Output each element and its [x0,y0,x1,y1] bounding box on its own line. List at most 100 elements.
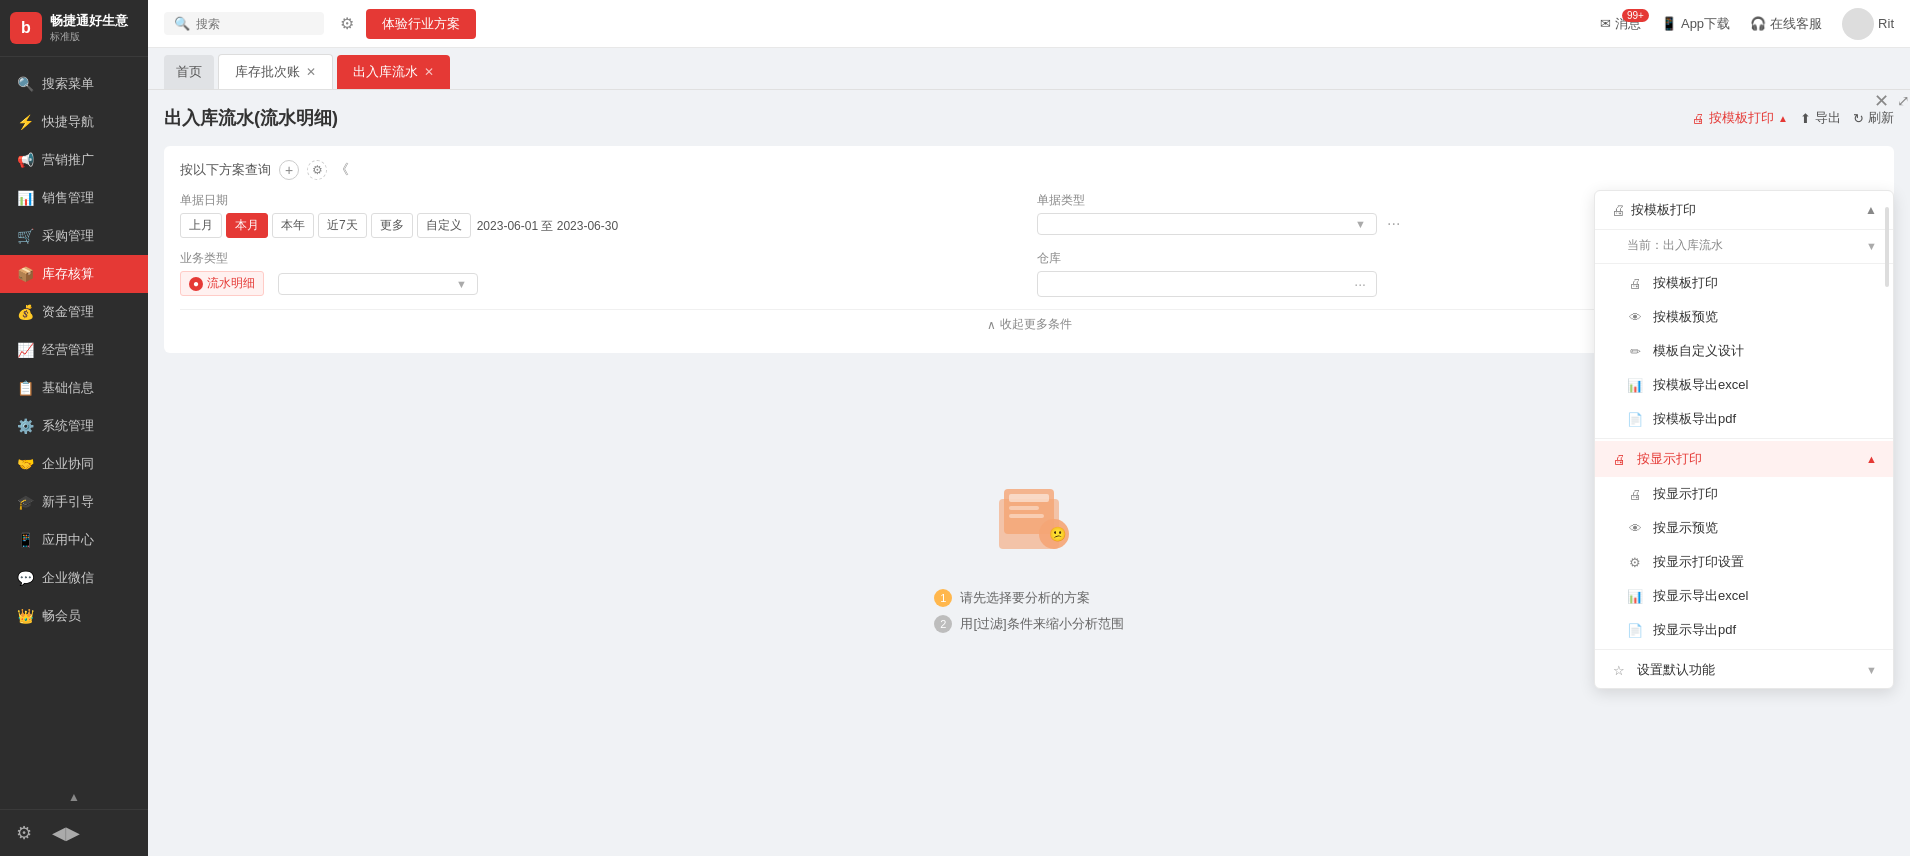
filter-header: 按以下方案查询 + ⚙ 《 [180,160,1878,180]
sidebar-item-operation[interactable]: 📈 经营管理 [0,331,148,369]
sidebar-item-member[interactable]: 👑 畅会员 [0,597,148,635]
sidebar-item-guide[interactable]: 🎓 新手引导 [0,483,148,521]
dp-item-template-preview[interactable]: 👁 按模板预览 [1595,300,1893,334]
tab-batch-label: 库存批次账 [235,63,300,81]
dp-item-display-excel[interactable]: 📊 按显示导出excel [1595,579,1893,613]
sidebar-item-label: 企业协同 [42,455,94,473]
search-box[interactable]: 🔍 [164,12,324,35]
sidebar-item-finance[interactable]: 💰 资金管理 [0,293,148,331]
sidebar-item-marketing[interactable]: 📢 营销推广 [0,141,148,179]
type-select[interactable]: ▼ [1037,213,1377,235]
dp-item-template-pdf[interactable]: 📄 按模板导出pdf [1595,402,1893,436]
ellipsis-icon: ··· [1354,276,1366,292]
tab-flow-close-icon[interactable]: ✕ [424,65,434,79]
svg-rect-4 [1009,514,1044,518]
date-tab-this-year[interactable]: 本年 [272,213,314,238]
gear-icon[interactable]: ⚙ [340,14,354,33]
app-icon: 📱 [16,531,34,549]
finance-icon: 💰 [16,303,34,321]
dp-item-display-print[interactable]: 🖨 按显示打印 [1595,477,1893,511]
settings-gear-icon[interactable]: ⚙ [16,822,32,844]
printer-icon: 🖨 [1611,202,1625,218]
print-template-btn[interactable]: 🖨 按模板打印 ▲ [1692,109,1788,127]
date-tab-last-month[interactable]: 上月 [180,213,222,238]
biz-type-select[interactable]: ▼ [278,273,478,295]
more-options-icon[interactable]: ··· [1387,215,1400,233]
message-btn[interactable]: ✉ 消息 99+ [1600,15,1641,33]
tag-icon: ● [189,277,203,291]
sidebar-item-basic[interactable]: 📋 基础信息 [0,369,148,407]
filter-biz-item: 业务类型 ● 流水明细 ▼ [180,250,1021,297]
dp-item-display-pdf[interactable]: 📄 按显示导出pdf [1595,613,1893,647]
export-btn[interactable]: ⬆ 导出 [1800,109,1841,127]
sidebar-item-search[interactable]: 🔍 搜索菜单 [0,65,148,103]
dp-item-display-preview[interactable]: 👁 按显示预览 [1595,511,1893,545]
date-tab-7days[interactable]: 近7天 [318,213,367,238]
printer-icon: 🖨 [1692,111,1705,126]
date-tab-more[interactable]: 更多 [371,213,413,238]
sidebar-collapse-icon[interactable]: ◀▶ [52,822,80,844]
sidebar-item-inventory[interactable]: 📦 库存核算 [0,255,148,293]
sidebar-item-purchase[interactable]: 🛒 采购管理 [0,217,148,255]
chevron-down-icon: ▼ [456,278,467,290]
app-download-btn[interactable]: 📱 App下载 [1661,15,1730,33]
filter-biz-label: 业务类型 [180,250,1021,267]
close-window-icon[interactable]: ✕ [1874,90,1889,112]
sidebar-item-system[interactable]: ⚙️ 系统管理 [0,407,148,445]
sidebar-item-appcenter[interactable]: 📱 应用中心 [0,521,148,559]
dp-current: 当前：出入库流水 ▼ [1595,230,1893,261]
dp-item-template-print[interactable]: 🖨 按模板打印 [1595,266,1893,300]
sidebar-scroll-up[interactable]: ▲ [0,785,148,809]
filter-tag[interactable]: ● 流水明细 [180,271,264,296]
filter-collapse-icon[interactable]: 《 [335,161,349,179]
member-icon: 👑 [16,607,34,625]
sidebar-item-shortcut[interactable]: ⚡ 快捷导航 [0,103,148,141]
topbar: 🔍 ⚙ 体验行业方案 ✉ 消息 99+ 📱 App下载 🎧 在线客服 Rit [148,0,1910,48]
dp-header-arrow[interactable]: ▲ [1865,203,1877,217]
online-service-btn[interactable]: 🎧 在线客服 [1750,15,1822,33]
sidebar-item-label: 应用中心 [42,531,94,549]
topbar-actions: ⚙ [340,14,354,33]
page-title-text: 出入库流水(流水明细) [164,106,338,130]
sidebar-item-label: 资金管理 [42,303,94,321]
dp-divider-1 [1595,263,1893,264]
dp-item-template-excel[interactable]: 📊 按模板导出excel [1595,368,1893,402]
dp-item-default-func[interactable]: ☆ 设置默认功能 ▼ [1595,652,1893,688]
filter-settings-icon[interactable]: ⚙ [307,160,327,180]
search-input[interactable] [196,17,296,31]
sidebar-item-corp[interactable]: 🤝 企业协同 [0,445,148,483]
industry-btn[interactable]: 体验行业方案 [366,9,476,39]
sidebar-item-sales[interactable]: 📊 销售管理 [0,179,148,217]
logo-text: 畅捷通好生意 标准版 [50,12,128,44]
dp-divider-3 [1595,649,1893,650]
dp-section-display[interactable]: 🖨 按显示打印 ▲ [1595,441,1893,477]
tab-home[interactable]: 首页 [164,55,214,89]
corp-icon: 🤝 [16,455,34,473]
content-area: ✕ ⤢ 出入库流水(流水明细) 🖨 按模板打印 ▲ ⬆ 导出 ↻ 刷新 [148,90,1910,856]
dp-item-label: 按显示导出pdf [1653,621,1736,639]
sidebar-item-label: 销售管理 [42,189,94,207]
warehouse-select[interactable]: ··· [1037,271,1377,297]
sidebar-item-wechat[interactable]: 💬 企业微信 [0,559,148,597]
tab-flow[interactable]: 出入库流水 ✕ [337,55,450,89]
message-icon: ✉ [1600,16,1611,31]
empty-tip-1: 1 请先选择要分析的方案 [934,589,1123,607]
maximize-window-icon[interactable]: ⤢ [1897,92,1910,110]
dp-display-items: 🖨 按显示打印 👁 按显示预览 ⚙ 按显示打印设置 📊 按显示导出excel 📄 [1595,477,1893,647]
tab-batch[interactable]: 库存批次账 ✕ [218,54,333,89]
user-area[interactable]: Rit [1842,8,1894,40]
add-filter-icon[interactable]: + [279,160,299,180]
date-tab-this-month[interactable]: 本月 [226,213,268,238]
dp-title: 🖨 按模板打印 [1611,201,1696,219]
wechat-icon: 💬 [16,569,34,587]
tip1-number: 1 [934,589,952,607]
date-tab-custom[interactable]: 自定义 [417,213,471,238]
tab-batch-close-icon[interactable]: ✕ [306,65,316,79]
dp-item-display-settings[interactable]: ⚙ 按显示打印设置 [1595,545,1893,579]
dp-divider-2 [1595,438,1893,439]
operation-icon: 📈 [16,341,34,359]
guide-icon: 🎓 [16,493,34,511]
dp-item-template-custom[interactable]: ✏ 模板自定义设计 [1595,334,1893,368]
sidebar: b 畅捷通好生意 标准版 🔍 搜索菜单 ⚡ 快捷导航 📢 营销推广 📊 销售管理… [0,0,148,856]
scrollbar[interactable] [1885,207,1889,287]
